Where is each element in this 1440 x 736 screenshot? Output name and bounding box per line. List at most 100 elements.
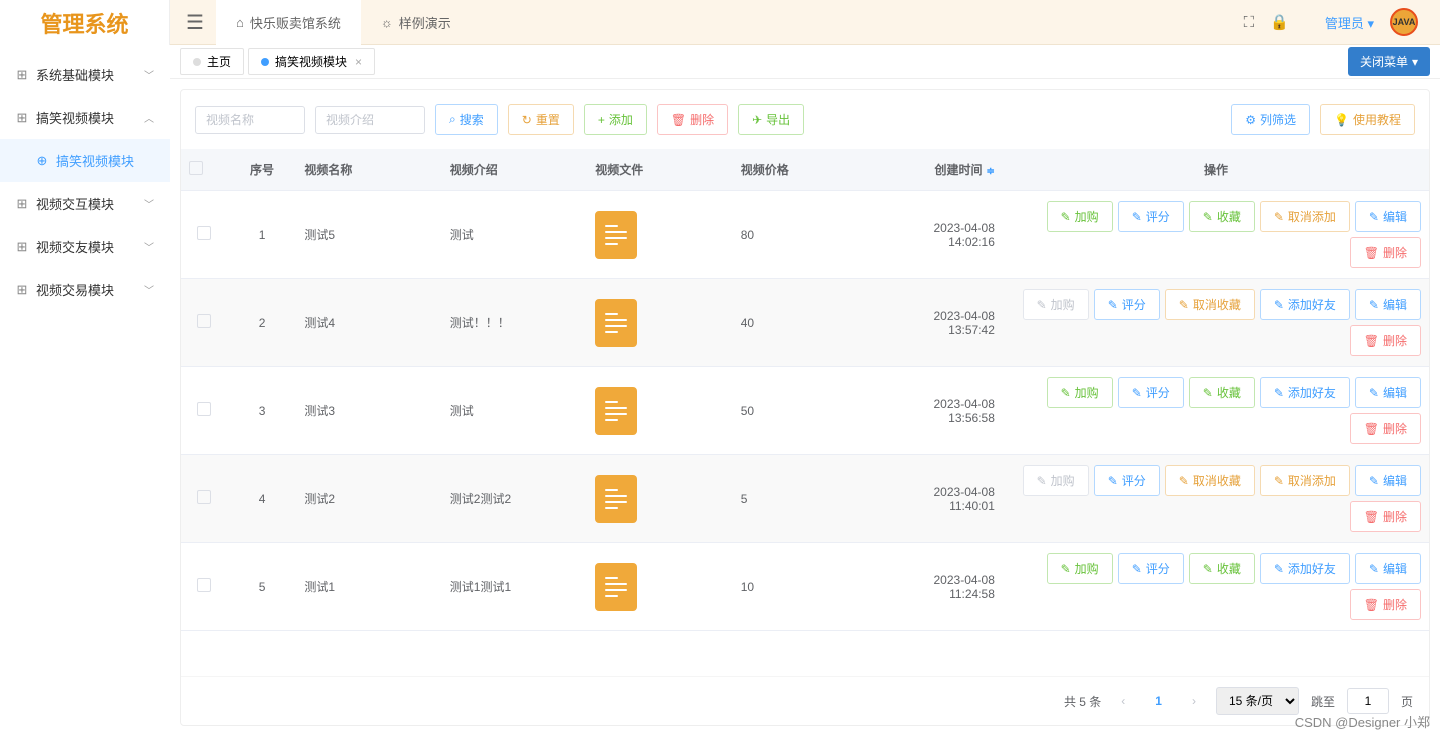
tab-home[interactable]: 主页 [180, 48, 244, 75]
row-action-danger[interactable]: 🗑删除 [1350, 237, 1421, 268]
row-action-success[interactable]: ✎收藏 [1189, 553, 1255, 584]
fullscreen-icon[interactable]: ⛶ [1244, 14, 1255, 31]
row-action-primary[interactable]: ✎评分 [1118, 377, 1184, 408]
row-action-success[interactable]: ✎收藏 [1189, 201, 1255, 232]
row-action-primary[interactable]: ✎评分 [1094, 465, 1160, 496]
select-all-checkbox[interactable] [189, 161, 203, 175]
row-checkbox[interactable] [197, 490, 211, 504]
top-header: ☰ ⌂ 快乐贩卖馆系统 ☼ 样例演示 ⛶ 🔒 管理员 ▾ JAVA [170, 0, 1440, 45]
column-filter-button[interactable]: ⚙列筛选 [1231, 104, 1310, 135]
row-action-danger[interactable]: 🗑删除 [1350, 589, 1421, 620]
cell-intro: 测试 [442, 367, 587, 455]
row-action-primary[interactable]: ✎添加好友 [1260, 553, 1350, 584]
action-icon: ✎ [1274, 386, 1284, 400]
th-name: 视频名称 [296, 149, 441, 191]
breadcrumb-demo[interactable]: ☼ 样例演示 [361, 0, 471, 46]
next-page-button[interactable]: › [1184, 690, 1204, 712]
action-icon: ✎ [1203, 562, 1213, 576]
file-icon[interactable] [595, 211, 637, 259]
file-icon[interactable] [595, 299, 637, 347]
circle-icon: ⊕ [36, 153, 48, 169]
action-icon: ✎ [1132, 386, 1142, 400]
table-row: 4 测试2 测试2测试2 5 2023-04-08 11:40:01 ✎加购✎评… [181, 455, 1429, 543]
delete-button[interactable]: 🗑删除 [657, 104, 728, 135]
action-icon: ✎ [1061, 562, 1071, 576]
row-action-danger[interactable]: 🗑删除 [1350, 501, 1421, 532]
action-icon: ✎ [1274, 210, 1284, 224]
row-action-primary[interactable]: ✎编辑 [1355, 465, 1421, 496]
sidebar-item[interactable]: ⊞搞笑视频模块︿ [0, 96, 170, 139]
row-action-plain-disabled[interactable]: ✎加购 [1023, 465, 1089, 496]
search-button[interactable]: ⌕搜索 [435, 104, 498, 135]
row-action-primary[interactable]: ✎添加好友 [1260, 289, 1350, 320]
sidebar-sub-item[interactable]: ⊕搞笑视频模块 [0, 139, 170, 182]
tab-video[interactable]: 搞笑视频模块 × [248, 48, 375, 75]
close-menu-button[interactable]: 关闭菜单 ▾ [1348, 47, 1430, 76]
file-icon[interactable] [595, 563, 637, 611]
sort-icon: ≑ [987, 166, 995, 177]
action-icon: ✎ [1274, 562, 1284, 576]
row-action-primary[interactable]: ✎编辑 [1355, 201, 1421, 232]
action-icon: ✎ [1108, 474, 1118, 488]
sidebar-item[interactable]: ⊞系统基础模块﹀ [0, 53, 170, 96]
reset-button[interactable]: ↻重置 [508, 104, 574, 135]
row-action-plain-disabled[interactable]: ✎加购 [1023, 289, 1089, 320]
cell-name: 测试4 [296, 279, 441, 367]
tutorial-button[interactable]: 💡使用教程 [1320, 104, 1415, 135]
sidebar-item[interactable]: ⊞视频交互模块﹀ [0, 182, 170, 225]
row-action-success[interactable]: ✎收藏 [1189, 377, 1255, 408]
table-row: 3 测试3 测试 50 2023-04-08 13:56:58 ✎加购✎评分✎收… [181, 367, 1429, 455]
row-action-primary[interactable]: ✎评分 [1094, 289, 1160, 320]
cell-price: 50 [733, 367, 878, 455]
row-action-success[interactable]: ✎加购 [1047, 201, 1113, 232]
row-action-danger[interactable]: 🗑删除 [1350, 413, 1421, 444]
row-action-primary[interactable]: ✎添加好友 [1260, 377, 1350, 408]
row-action-success[interactable]: ✎加购 [1047, 377, 1113, 408]
row-action-primary[interactable]: ✎编辑 [1355, 377, 1421, 408]
sidebar-item-label: 搞笑视频模块 [36, 108, 114, 127]
chevron-icon: ﹀ [144, 282, 154, 297]
page-number[interactable]: 1 [1145, 690, 1172, 712]
file-icon[interactable] [595, 387, 637, 435]
row-action-warning[interactable]: ✎取消添加 [1260, 465, 1350, 496]
th-time[interactable]: 创建时间≑ [878, 149, 1003, 191]
prev-page-button[interactable]: ‹ [1113, 690, 1133, 712]
row-action-warning[interactable]: ✎取消收藏 [1165, 465, 1255, 496]
grid-icon: ⊞ [16, 67, 28, 83]
sidebar-item[interactable]: ⊞视频交易模块﹀ [0, 268, 170, 311]
close-icon[interactable]: × [355, 55, 362, 69]
search-name-input[interactable] [195, 106, 305, 134]
row-checkbox[interactable] [197, 578, 211, 592]
user-dropdown[interactable]: 管理员 ▾ [1325, 13, 1374, 32]
row-action-primary[interactable]: ✎编辑 [1355, 289, 1421, 320]
avatar[interactable]: JAVA [1390, 8, 1418, 36]
lock-icon[interactable]: 🔒 [1270, 13, 1289, 31]
row-action-primary[interactable]: ✎评分 [1118, 201, 1184, 232]
cell-price: 80 [733, 191, 878, 279]
export-button[interactable]: ✈导出 [738, 104, 804, 135]
table-row: 2 测试4 测试！！！ 40 2023-04-08 13:57:42 ✎加购✎评… [181, 279, 1429, 367]
action-icon: ✎ [1203, 210, 1213, 224]
row-checkbox[interactable] [197, 226, 211, 240]
menu-toggle-icon[interactable]: ☰ [174, 10, 216, 35]
action-icon: 🗑 [1364, 334, 1379, 348]
row-action-success[interactable]: ✎加购 [1047, 553, 1113, 584]
breadcrumb-home[interactable]: ⌂ 快乐贩卖馆系统 [216, 0, 361, 46]
page-size-select[interactable]: 15 条/页 [1216, 687, 1299, 715]
row-action-danger[interactable]: 🗑删除 [1350, 325, 1421, 356]
row-action-warning[interactable]: ✎取消收藏 [1165, 289, 1255, 320]
file-icon[interactable] [595, 475, 637, 523]
action-icon: ✎ [1274, 474, 1284, 488]
jump-input[interactable] [1347, 688, 1389, 714]
row-action-primary[interactable]: ✎编辑 [1355, 553, 1421, 584]
sidebar-item[interactable]: ⊞视频交友模块﹀ [0, 225, 170, 268]
horizontal-scrollbar[interactable] [181, 660, 1429, 676]
row-action-warning[interactable]: ✎取消添加 [1260, 201, 1350, 232]
action-icon: ✎ [1274, 298, 1284, 312]
add-button[interactable]: +添加 [584, 104, 647, 135]
search-intro-input[interactable] [315, 106, 425, 134]
row-checkbox[interactable] [197, 314, 211, 328]
action-icon: 🗑 [1364, 598, 1379, 612]
row-checkbox[interactable] [197, 402, 211, 416]
row-action-primary[interactable]: ✎评分 [1118, 553, 1184, 584]
